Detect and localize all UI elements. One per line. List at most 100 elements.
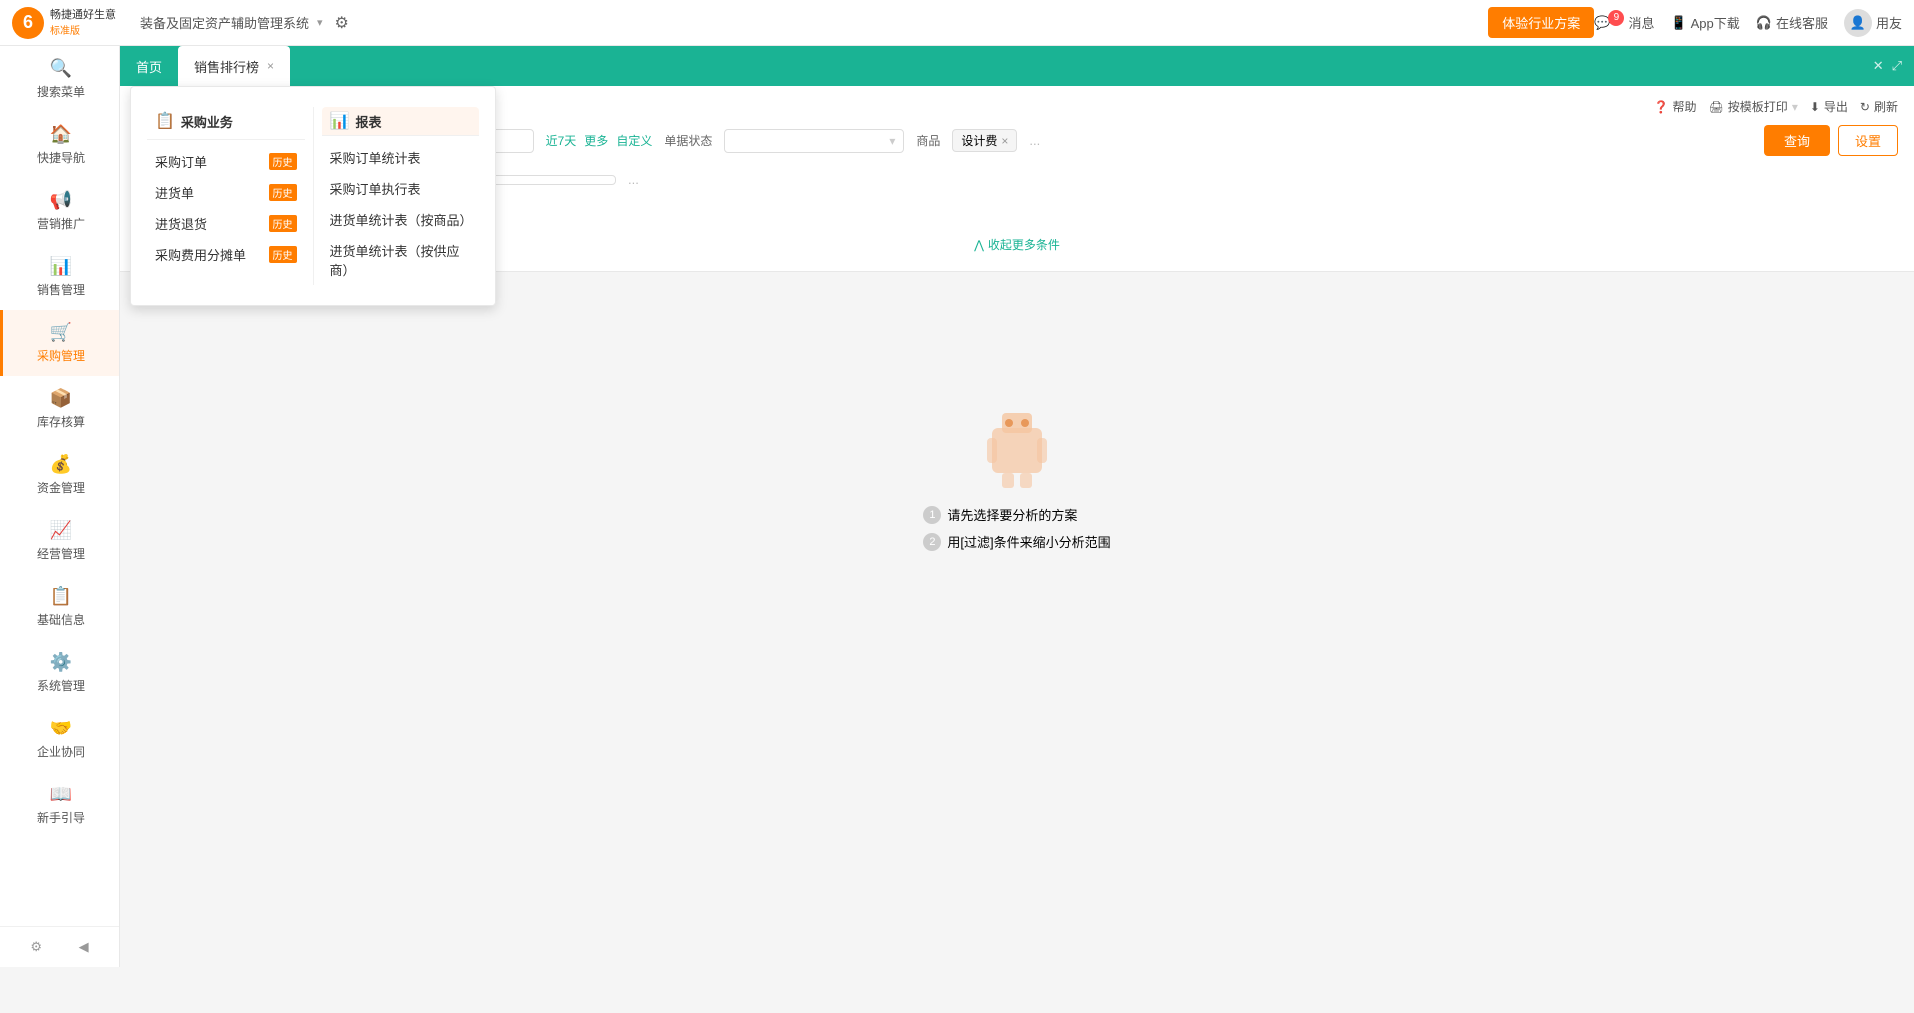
- sidebar-item-经营管理[interactable]: 📈 经营管理: [0, 508, 119, 574]
- sidebar-bottom: ⚙ ◀: [0, 926, 119, 967]
- logo-badge: 标准版: [50, 22, 116, 37]
- sidebar-label-10: 企业协同: [37, 743, 85, 760]
- query-button[interactable]: 查询: [1764, 125, 1830, 156]
- goods-label: 商品: [916, 132, 940, 149]
- collapse-sidebar-icon[interactable]: ◀: [79, 939, 89, 955]
- tab-close-all-icon[interactable]: ✕: [1873, 58, 1884, 74]
- trial-button[interactable]: 体验行业方案: [1488, 7, 1594, 38]
- sidebar-item-采购管理[interactable]: 🛒 采购管理: [0, 310, 119, 376]
- sidebar-item-快捷导航[interactable]: 🏠 快捷导航: [0, 112, 119, 178]
- help-label: 帮助: [1673, 98, 1697, 115]
- quick-custom[interactable]: 自定义: [616, 132, 652, 149]
- report-item-label-1: 采购订单执行表: [330, 179, 421, 198]
- system-dropdown-arrow[interactable]: ▾: [317, 16, 323, 29]
- sidebar-icon-0: 🔍: [50, 58, 72, 79]
- top-bar: 6 畅捷通好生意 标准版 装备及固定资产辅助管理系统 ▾ ⚙ 体验行业方案 💬 …: [0, 0, 1914, 46]
- refresh-button[interactable]: ↻ 刷新: [1860, 98, 1898, 115]
- export-label: 导出: [1824, 98, 1848, 115]
- tab-expand-icon[interactable]: ⤢: [1892, 58, 1902, 74]
- purchase-item-3[interactable]: 采购费用分摊单 历史: [147, 239, 305, 270]
- settings-icon[interactable]: ⚙: [30, 939, 42, 955]
- tab-0[interactable]: 首页: [120, 46, 178, 86]
- sidebar-item-企业协同[interactable]: 🤝 企业协同: [0, 706, 119, 772]
- export-button[interactable]: ⬇ 导出: [1810, 98, 1848, 115]
- sidebar-item-库存核算[interactable]: 📦 库存核算: [0, 376, 119, 442]
- report-col-icon: 📊: [330, 111, 350, 131]
- refresh-label: 刷新: [1874, 98, 1898, 115]
- purchase-dropdown-menu: 📋 采购业务 采购订单 历史 进货单 历史 进货退货 历史 采购费用分摊单 历史…: [130, 86, 496, 306]
- empty-step-1: 1 请先选择要分析的方案: [923, 505, 1110, 524]
- system-title-area: 装备及固定资产辅助管理系统 ▾ ⚙: [140, 13, 1480, 33]
- msg-btn[interactable]: 💬 9 消息: [1594, 13, 1654, 32]
- logo-area: 6 畅捷通好生意 标准版: [12, 7, 132, 39]
- doc-status-select[interactable]: ▾: [724, 129, 904, 153]
- gear-icon[interactable]: ⚙: [335, 13, 349, 33]
- purchase-item-1[interactable]: 进货单 历史: [147, 177, 305, 208]
- sidebar-item-系统管理[interactable]: ⚙️ 系统管理: [0, 640, 119, 706]
- sidebar-label-5: 库存核算: [37, 413, 85, 430]
- report-item-0[interactable]: 采购订单统计表: [322, 142, 480, 173]
- tab-1[interactable]: 销售排行榜 ×: [178, 46, 290, 86]
- sidebar-item-营销推广[interactable]: 📢 营销推广: [0, 178, 119, 244]
- phone-icon: 📱: [1670, 15, 1686, 31]
- print-dropdown-icon[interactable]: ▾: [1792, 100, 1798, 114]
- sidebar-item-新手引导[interactable]: 📖 新手引导: [0, 772, 119, 838]
- sidebar-icon-9: ⚙️: [50, 652, 72, 673]
- history-badge-2: 历史: [269, 215, 297, 232]
- quick-7days[interactable]: 近7天: [546, 132, 577, 149]
- sidebar-label-6: 资金管理: [37, 479, 85, 496]
- print-label: 按模板打印: [1728, 98, 1788, 115]
- goods-tag-text: 设计费: [961, 132, 997, 149]
- report-item-2[interactable]: 进货单统计表（按商品）: [322, 204, 480, 235]
- purchase-item-label-0: 采购订单: [155, 152, 207, 171]
- collapse-button[interactable]: ⋀ 收起更多条件: [968, 230, 1066, 259]
- set-button[interactable]: 设置: [1838, 125, 1898, 156]
- app-download-btn[interactable]: 📱 App下载: [1670, 13, 1739, 32]
- purchase-col: 📋 采购业务 采购订单 历史 进货单 历史 进货退货 历史 采购费用分摊单 历史: [147, 107, 305, 285]
- goods-tag-close[interactable]: ×: [1001, 134, 1008, 148]
- quick-more[interactable]: 更多: [584, 132, 608, 149]
- tab-label-1: 销售排行榜: [194, 57, 259, 76]
- sidebar-icon-1: 🏠: [50, 124, 72, 145]
- step1-num: 1: [923, 506, 941, 524]
- report-col-title: 📊 报表: [322, 107, 480, 136]
- purchase-item-0[interactable]: 采购订单 历史: [147, 146, 305, 177]
- empty-illustration: [967, 393, 1067, 493]
- refresh-icon: ↻: [1860, 100, 1870, 114]
- sidebar-label-1: 快捷导航: [37, 149, 85, 166]
- purchase-item-label-2: 进货退货: [155, 214, 207, 233]
- purchase-item-2[interactable]: 进货退货 历史: [147, 208, 305, 239]
- report-item-3[interactable]: 进货单统计表（按供应商）: [322, 235, 480, 285]
- sidebar-label-8: 基础信息: [37, 611, 85, 628]
- sidebar-item-基础信息[interactable]: 📋 基础信息: [0, 574, 119, 640]
- top-right-area: 💬 9 消息 📱 App下载 🎧 在线客服 👤 用友: [1594, 9, 1902, 37]
- doc-status-label: 单据状态: [664, 132, 712, 149]
- step1-text: 请先选择要分析的方案: [947, 505, 1077, 524]
- goods-more-dots[interactable]: ...: [1029, 133, 1040, 148]
- service-label: 在线客服: [1776, 13, 1828, 32]
- msg-badge: 9: [1608, 10, 1624, 26]
- tab-close-1[interactable]: ×: [267, 59, 274, 73]
- doc-status-arrow: ▾: [889, 134, 895, 148]
- online-service-btn[interactable]: 🎧 在线客服: [1756, 13, 1828, 32]
- print-button[interactable]: 🖨 按模板打印 ▾: [1709, 98, 1798, 115]
- goods-tag: 设计费 ×: [952, 129, 1017, 152]
- logo-icon: 6: [12, 7, 44, 39]
- user-name: 用友: [1876, 13, 1902, 32]
- report-item-label-3: 进货单统计表（按供应商）: [330, 241, 472, 279]
- user-avatar: 👤: [1844, 9, 1872, 37]
- sidebar-label-3: 销售管理: [37, 281, 85, 298]
- tab-bar: 首页销售排行榜 × ✕ ⤢: [120, 46, 1914, 86]
- sidebar-item-资金管理[interactable]: 💰 资金管理: [0, 442, 119, 508]
- sidebar-item-搜索菜单[interactable]: 🔍 搜索菜单: [0, 46, 119, 112]
- report-item-1[interactable]: 采购订单执行表: [322, 173, 480, 204]
- salesperson-more[interactable]: ...: [628, 172, 639, 187]
- sidebar-item-销售管理[interactable]: 📊 销售管理: [0, 244, 119, 310]
- user-area[interactable]: 👤 用友: [1844, 9, 1902, 37]
- report-item-label-0: 采购订单统计表: [330, 148, 421, 167]
- export-icon: ⬇: [1810, 100, 1820, 114]
- purchase-col-title: 📋 采购业务: [147, 107, 305, 140]
- sidebar-icon-5: 📦: [50, 388, 72, 409]
- help-button[interactable]: ❓ 帮助: [1654, 98, 1697, 115]
- purchase-item-label-3: 采购费用分摊单: [155, 245, 246, 264]
